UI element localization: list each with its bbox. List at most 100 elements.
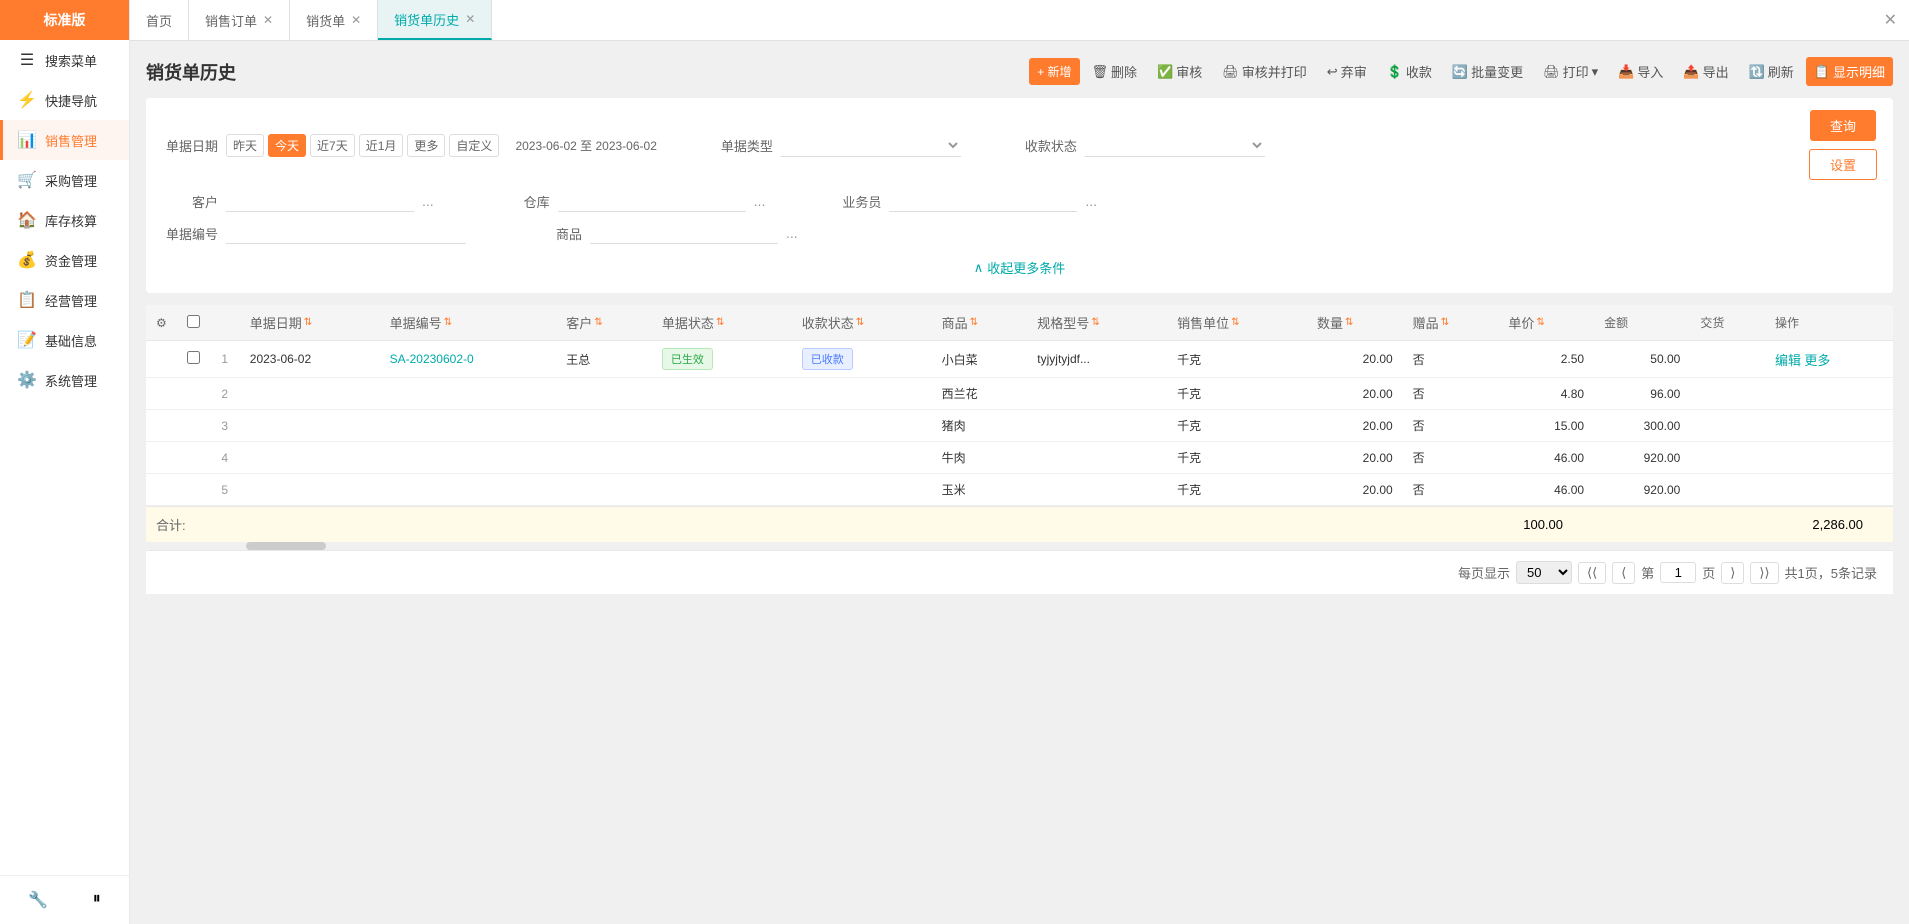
th-qty[interactable]: 数量 ⇅ (1307, 305, 1403, 341)
abandon-button[interactable]: ↩ 弃审 (1319, 57, 1375, 86)
sidebar-item-inventory[interactable]: 🏠 库存核算 (0, 200, 129, 240)
doc-type-select[interactable] (781, 133, 961, 157)
cell-doc-no[interactable] (380, 442, 557, 474)
page-unit-label: 页 (1702, 563, 1715, 582)
th-price[interactable]: 单价 ⇅ (1498, 305, 1594, 341)
tab-bar-close-btn[interactable]: ✕ (1872, 10, 1909, 30)
sidebar-item-search-menu[interactable]: ☰ 搜索菜单 (0, 40, 129, 80)
collect-status-select[interactable] (1085, 133, 1265, 157)
export-button[interactable]: 📤 导出 (1675, 57, 1736, 86)
cell-check[interactable] (177, 341, 210, 378)
audit-button[interactable]: ✅ 审核 (1149, 57, 1210, 86)
goods-ellipsis[interactable]: ... (786, 225, 798, 241)
th-doc-no[interactable]: 单据编号 ⇅ (380, 305, 557, 341)
cell-gift: 否 (1403, 341, 1499, 378)
delete-icon: 🗑 (1092, 64, 1109, 80)
sidebar-item-finance[interactable]: 💰 资金管理 (0, 240, 129, 280)
warehouse-ellipsis[interactable]: ... (754, 193, 766, 209)
tab-sales-history-label: 销货单历史 (394, 10, 459, 29)
cell-doc-no[interactable] (380, 378, 557, 410)
collect-button[interactable]: 💲 收款 (1379, 57, 1440, 86)
cell-collect-status (792, 410, 932, 442)
date-btn-today[interactable]: 今天 (268, 134, 306, 157)
cell-doc-no[interactable] (380, 474, 557, 506)
date-btn-more[interactable]: 更多 (407, 134, 445, 157)
tab-sales-goods-label: 销货单 (306, 11, 345, 30)
first-page-button[interactable]: ⟨⟨ (1578, 562, 1606, 584)
qty-sort-icon: ⇅ (1345, 317, 1353, 328)
warehouse-input[interactable] (558, 190, 746, 212)
refresh-button[interactable]: 🔃 刷新 (1741, 57, 1802, 86)
horizontal-scrollbar[interactable] (146, 542, 1893, 550)
settings-bottom-icon[interactable]: 🔧 (28, 890, 48, 910)
customer-input[interactable] (226, 190, 414, 212)
row-action-更多[interactable]: 更多 (1804, 350, 1830, 369)
date-btn-custom[interactable]: 自定义 (449, 134, 499, 157)
th-goods[interactable]: 商品 ⇅ (932, 305, 1028, 341)
cell-doc-no[interactable]: SA-20230602-0 (380, 341, 557, 378)
collapse-button[interactable]: ∧ 收起更多条件 (970, 254, 1070, 281)
tab-sales-order-close[interactable]: ✕ (263, 13, 273, 27)
tab-sales-goods[interactable]: 销货单 ✕ (290, 0, 378, 40)
th-settings[interactable]: ⚙ (146, 305, 177, 341)
prev-page-button[interactable]: ⟨ (1612, 562, 1635, 584)
cell-doc-no[interactable] (380, 410, 557, 442)
scrollbar-thumb[interactable] (246, 542, 326, 550)
sidebar-item-purchase-mgmt[interactable]: 🛒 采购管理 (0, 160, 129, 200)
new-button[interactable]: + 新增 (1029, 58, 1079, 85)
th-date[interactable]: 单据日期 ⇅ (240, 305, 380, 341)
cell-check[interactable] (177, 378, 210, 410)
filter-date: 单据日期 昨天 今天 近7天 近1月 更多 自定义 2023-06-02 至 2… (162, 134, 657, 157)
tab-bar: 首页 销售订单 ✕ 销货单 ✕ 销货单历史 ✕ ✕ (130, 0, 1909, 41)
salesperson-input[interactable] (889, 190, 1077, 212)
cell-check[interactable] (177, 474, 210, 506)
doc-no-input[interactable] (226, 222, 466, 244)
cell-check[interactable] (177, 410, 210, 442)
cell-date (240, 378, 380, 410)
row-action-编辑[interactable]: 编辑 (1775, 350, 1801, 369)
th-unit[interactable]: 销售单位 ⇅ (1167, 305, 1307, 341)
tab-sales-order[interactable]: 销售订单 ✕ (189, 0, 290, 40)
th-gift[interactable]: 赠品 ⇅ (1403, 305, 1499, 341)
audit-print-button[interactable]: 🖨 审核并打印 (1214, 57, 1315, 86)
date-btn-1month[interactable]: 近1月 (359, 134, 404, 157)
pause-bottom-icon[interactable]: ⏸ (93, 890, 101, 910)
th-collect-status[interactable]: 收款状态 ⇅ (792, 305, 932, 341)
sales-mgmt-icon: 📊 (17, 130, 37, 150)
print-icon: 🖨 (1543, 64, 1560, 80)
show-detail-button[interactable]: 📋 显示明细 (1806, 57, 1893, 86)
print-button[interactable]: 🖨 打印 ▾ (1535, 57, 1606, 86)
th-check[interactable] (177, 305, 210, 341)
delete-button[interactable]: 🗑 删除 (1084, 57, 1146, 86)
last-page-button[interactable]: ⟩⟩ (1750, 562, 1778, 584)
salesperson-ellipsis[interactable]: ... (1085, 193, 1097, 209)
row-checkbox[interactable] (187, 351, 200, 364)
import-button[interactable]: 📥 导入 (1610, 57, 1671, 86)
goods-input[interactable] (590, 222, 778, 244)
cell-num: 1 (210, 341, 240, 378)
date-btn-yesterday[interactable]: 昨天 (226, 134, 264, 157)
batch-change-button[interactable]: 🔄 批量变更 (1444, 57, 1531, 86)
page-number-input[interactable]: 1 (1660, 562, 1696, 583)
page-size-select[interactable]: 50 20 100 (1516, 561, 1572, 584)
sidebar-item-system-mgmt[interactable]: ⚙️ 系统管理 (0, 360, 129, 400)
th-customer[interactable]: 客户 ⇅ (556, 305, 652, 341)
th-doc-status[interactable]: 单据状态 ⇅ (652, 305, 792, 341)
date-btn-7days[interactable]: 近7天 (310, 134, 355, 157)
tab-sales-history-close[interactable]: ✕ (465, 12, 475, 26)
sidebar-item-basic-info[interactable]: 📝 基础信息 (0, 320, 129, 360)
sidebar-item-operations[interactable]: 📋 经营管理 (0, 280, 129, 320)
query-button[interactable]: 查询 (1810, 110, 1876, 141)
set-button[interactable]: 设置 (1809, 149, 1877, 180)
tab-home[interactable]: 首页 (130, 0, 189, 40)
tab-sales-history[interactable]: 销货单历史 ✕ (378, 0, 492, 40)
tab-sales-goods-close[interactable]: ✕ (351, 13, 361, 27)
collect-icon: 💲 (1387, 64, 1403, 80)
cell-check[interactable] (177, 442, 210, 474)
customer-ellipsis[interactable]: ... (422, 193, 434, 209)
sidebar-item-quick-nav[interactable]: ⚡ 快捷导航 (0, 80, 129, 120)
th-spec[interactable]: 规格型号 ⇅ (1027, 305, 1167, 341)
next-page-button[interactable]: ⟩ (1721, 562, 1744, 584)
sidebar-item-sales-mgmt[interactable]: 📊 销售管理 (0, 120, 129, 160)
select-all-checkbox[interactable] (187, 315, 200, 328)
